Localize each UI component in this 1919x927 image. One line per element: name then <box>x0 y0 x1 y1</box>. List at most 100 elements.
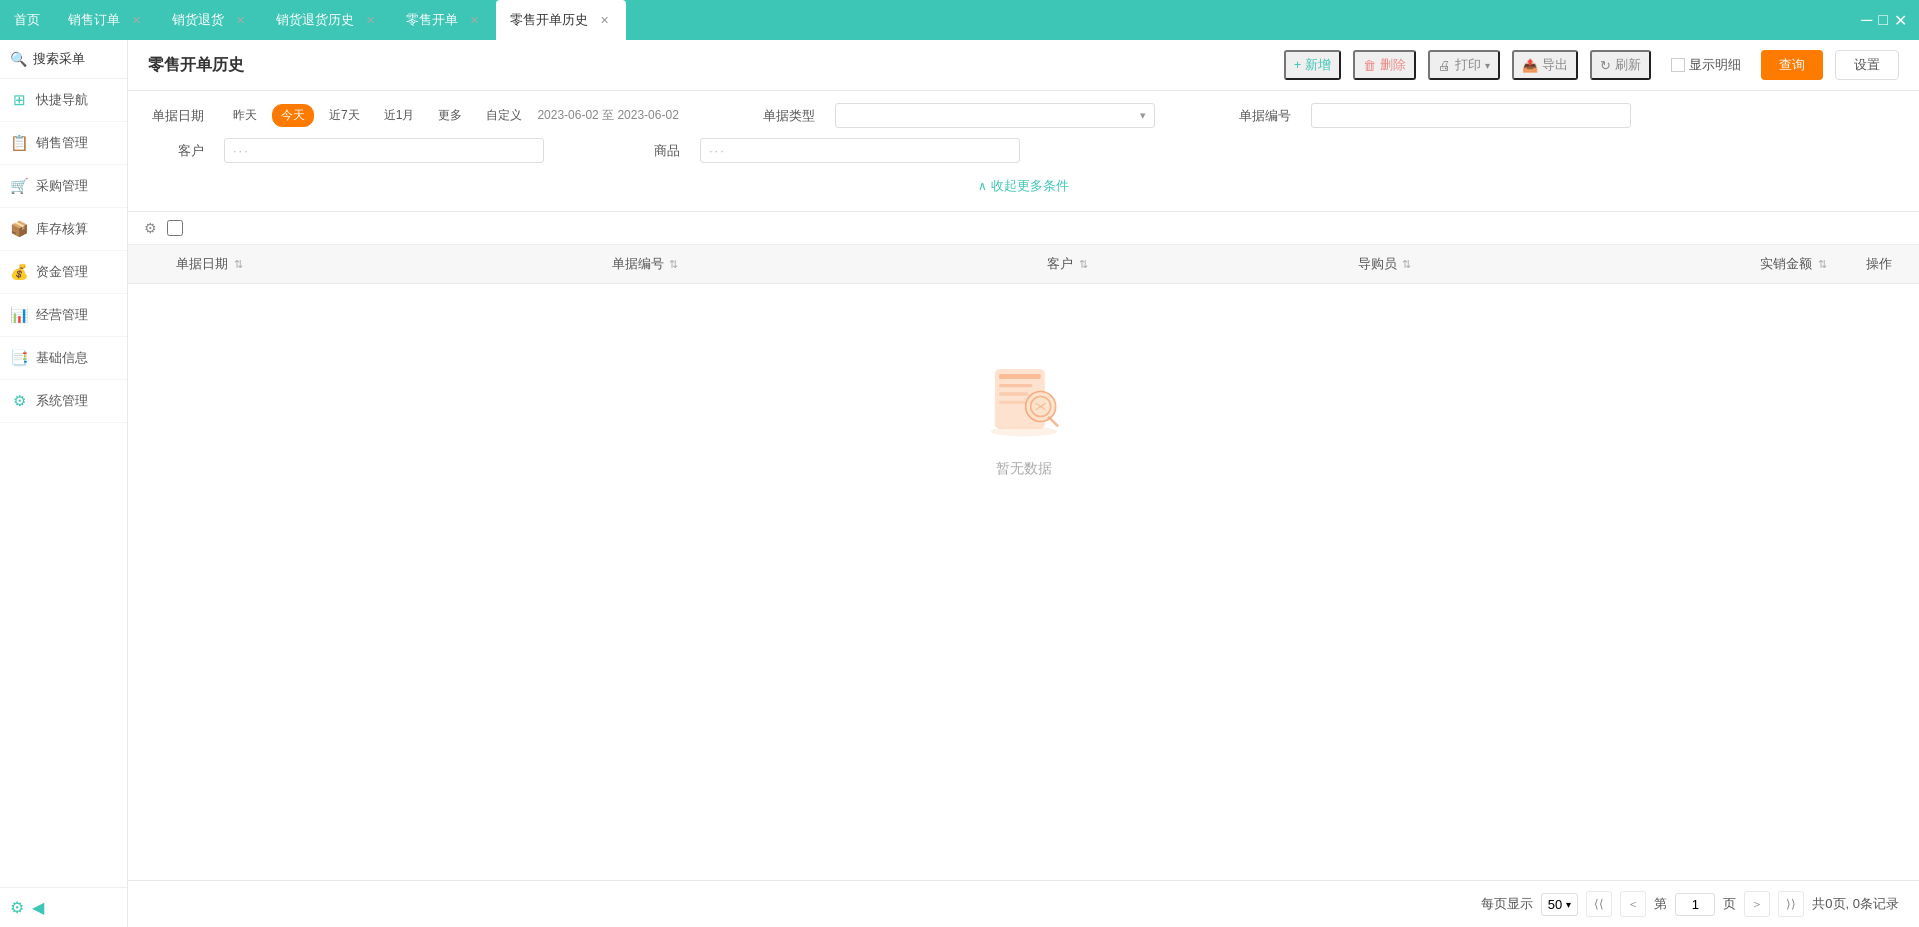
inventory-icon: 📦 <box>10 220 28 238</box>
delete-button[interactable]: 🗑 删除 <box>1353 50 1416 80</box>
delete-label: 删除 <box>1380 56 1406 74</box>
refresh-label: 刷新 <box>1615 56 1641 74</box>
sidebar-item-operations-label: 经营管理 <box>36 306 88 324</box>
sidebar-item-inventory[interactable]: 📦 库存核算 <box>0 208 127 251</box>
quick-nav-icon: ⊞ <box>10 91 28 109</box>
th-ops: 操作 <box>1839 245 1919 284</box>
page-size-label: 每页显示 <box>1481 895 1533 913</box>
page-number-input[interactable]: 1 <box>1675 893 1715 916</box>
sidebar-item-finance-label: 资金管理 <box>36 263 88 281</box>
sidebar-item-finance[interactable]: 💰 资金管理 <box>0 251 127 294</box>
date-btn-1month[interactable]: 近1月 <box>375 104 424 127</box>
finance-icon: 💰 <box>10 263 28 281</box>
base-info-icon: 📑 <box>10 349 28 367</box>
date-btn-today[interactable]: 今天 <box>272 104 314 127</box>
print-button[interactable]: 🖨 打印 ▾ <box>1428 50 1500 80</box>
th-date-label: 单据日期 <box>176 256 228 271</box>
operations-icon: 📊 <box>10 306 28 324</box>
sidebar-item-operations[interactable]: 📊 经营管理 <box>0 294 127 337</box>
sidebar-item-system-label: 系统管理 <box>36 392 88 410</box>
sidebar-item-base-info-label: 基础信息 <box>36 349 88 367</box>
date-group: 昨天 今天 近7天 近1月 更多 自定义 2023-06-02 至 2023-0… <box>224 104 679 127</box>
collapse-filter-btn[interactable]: ∧ 收起更多条件 <box>966 173 1081 199</box>
th-no[interactable]: 单据编号 ⇅ <box>600 245 1036 284</box>
content-area: 零售开单历史 + 新增 🗑 删除 🖨 打印 ▾ 📤 导出 ↻ <box>128 40 1919 927</box>
filter-row-2: 客户 ··· 商品 ··· <box>148 138 1899 163</box>
date-btn-custom[interactable]: 自定义 <box>477 104 531 127</box>
th-no-label: 单据编号 <box>612 256 664 271</box>
tab-sales-return[interactable]: 销货退货 ✕ <box>158 0 262 40</box>
svg-rect-3 <box>999 384 1032 387</box>
query-button[interactable]: 查询 <box>1761 50 1823 80</box>
minimize-icon[interactable]: ─ <box>1861 11 1872 29</box>
date-btn-more[interactable]: 更多 <box>429 104 471 127</box>
last-page-button[interactable]: ⟩⟩ <box>1778 891 1804 917</box>
tab-sales-return-history-label: 销货退货历史 <box>276 11 354 29</box>
th-amount-label: 实销金额 <box>1760 256 1812 271</box>
sidebar-item-quick-nav-label: 快捷导航 <box>36 91 88 109</box>
bill-type-select[interactable]: ▾ <box>835 103 1155 128</box>
bill-no-label: 单据编号 <box>1235 107 1291 125</box>
print-icon: 🖨 <box>1438 58 1451 73</box>
th-amount[interactable]: 实销金额 ⇅ <box>1719 245 1839 284</box>
tab-sales-order-close[interactable]: ✕ <box>128 12 144 28</box>
sidebar-item-sales-mgmt[interactable]: 📋 销售管理 <box>0 122 127 165</box>
display-cols-checkbox[interactable] <box>1671 58 1685 72</box>
sidebar-item-purchase-mgmt[interactable]: 🛒 采购管理 <box>0 165 127 208</box>
empty-state: 暂无数据 <box>128 284 1919 538</box>
th-customer[interactable]: 客户 ⇅ <box>1035 245 1346 284</box>
svg-rect-2 <box>999 374 1041 379</box>
sidebar-search[interactable]: 🔍 搜索采单 <box>0 40 127 79</box>
th-salesperson-label: 导购员 <box>1358 256 1397 271</box>
page-size-select[interactable]: 50 ▾ <box>1541 893 1578 916</box>
tab-sales-return-history[interactable]: 销货退货历史 ✕ <box>262 0 392 40</box>
tab-sales-return-close[interactable]: ✕ <box>232 12 248 28</box>
bill-no-input[interactable] <box>1311 103 1631 128</box>
export-button[interactable]: 📤 导出 <box>1512 50 1578 80</box>
prev-page-button[interactable]: ＜ <box>1620 891 1646 917</box>
first-page-button[interactable]: ⟨⟨ <box>1586 891 1612 917</box>
th-checkbox <box>128 245 164 284</box>
setting-button[interactable]: 设置 <box>1835 50 1899 80</box>
th-date[interactable]: 单据日期 ⇅ <box>164 245 600 284</box>
maximize-icon[interactable]: □ <box>1878 11 1888 29</box>
sidebar-item-quick-nav[interactable]: ⊞ 快捷导航 <box>0 79 127 122</box>
page-title: 零售开单历史 <box>148 55 244 76</box>
tab-home-label: 首页 <box>14 11 40 29</box>
tab-sales-order-label: 销售订单 <box>68 11 120 29</box>
filter-row-collapse: ∧ 收起更多条件 <box>148 173 1899 199</box>
date-btn-7days[interactable]: 近7天 <box>320 104 369 127</box>
customer-input[interactable]: ··· <box>224 138 544 163</box>
display-cols-toggle[interactable]: 显示明细 <box>1663 52 1749 78</box>
tab-sales-return-history-close[interactable]: ✕ <box>362 12 378 28</box>
table-area: ⚙ 单据日期 ⇅ 单据编号 ⇅ <box>128 212 1919 880</box>
collapse-sidebar-icon[interactable]: ◀ <box>32 898 44 917</box>
refresh-button[interactable]: ↻ 刷新 <box>1590 50 1651 80</box>
window-close-icon[interactable]: ✕ <box>1894 11 1907 30</box>
export-icon: 📤 <box>1522 58 1538 73</box>
empty-illustration <box>974 344 1074 444</box>
tab-retail-open-history[interactable]: 零售开单历史 ✕ <box>496 0 626 40</box>
search-icon: 🔍 <box>10 51 27 67</box>
table-toolbar: ⚙ <box>128 212 1919 245</box>
goods-label: 商品 <box>624 142 680 160</box>
tab-retail-open[interactable]: 零售开单 ✕ <box>392 0 496 40</box>
add-button[interactable]: + 新增 <box>1284 50 1341 80</box>
goods-input[interactable]: ··· <box>700 138 1020 163</box>
th-customer-label: 客户 <box>1047 256 1073 271</box>
th-amount-sort-icon: ⇅ <box>1818 258 1827 270</box>
select-all-checkbox[interactable] <box>167 220 183 236</box>
sidebar-item-system[interactable]: ⚙ 系统管理 <box>0 380 127 423</box>
tab-sales-order[interactable]: 销售订单 ✕ <box>54 0 158 40</box>
settings-bottom-icon[interactable]: ⚙ <box>10 898 24 917</box>
tab-retail-open-history-close[interactable]: ✕ <box>596 12 612 28</box>
table-settings-icon[interactable]: ⚙ <box>144 220 157 236</box>
date-btn-yesterday[interactable]: 昨天 <box>224 104 266 127</box>
svg-rect-4 <box>999 392 1028 395</box>
sidebar-item-base-info[interactable]: 📑 基础信息 <box>0 337 127 380</box>
th-salesperson[interactable]: 导购员 ⇅ <box>1346 245 1719 284</box>
sales-mgmt-icon: 📋 <box>10 134 28 152</box>
tab-home[interactable]: 首页 <box>0 0 54 40</box>
next-page-button[interactable]: ＞ <box>1744 891 1770 917</box>
tab-retail-open-close[interactable]: ✕ <box>466 12 482 28</box>
